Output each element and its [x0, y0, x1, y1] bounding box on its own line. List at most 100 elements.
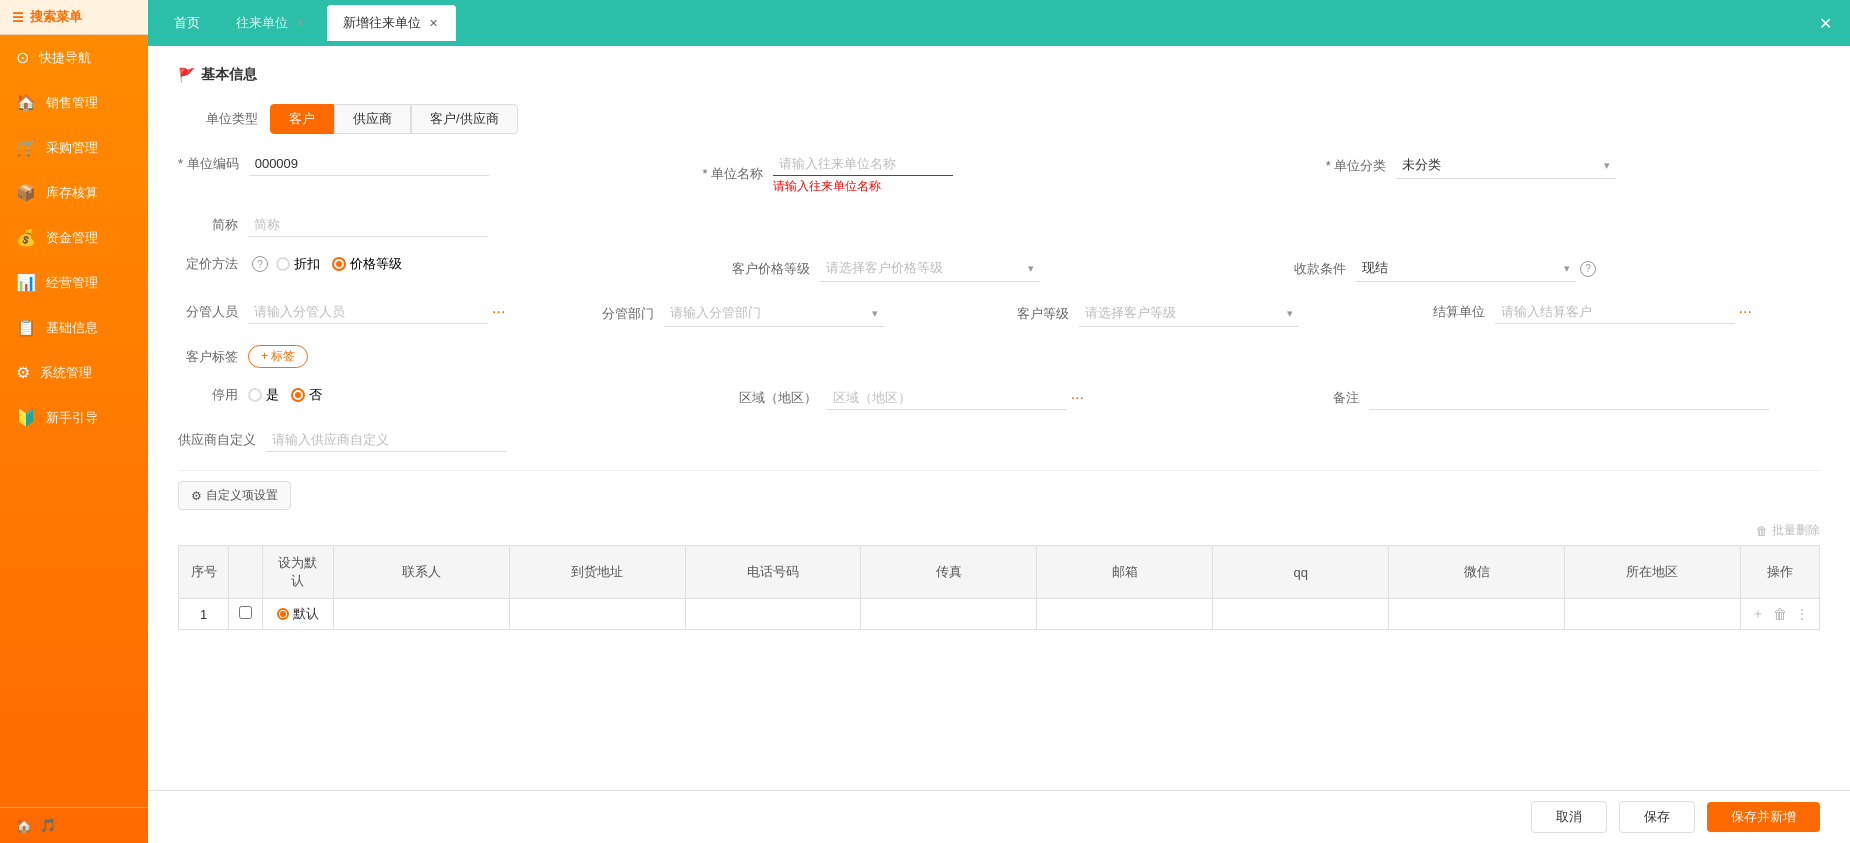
dept-select[interactable]: 请输入分管部门 ▾ [664, 300, 884, 327]
sidebar-item-label: 销售管理 [46, 94, 98, 112]
batch-delete-icon: 🗑 [1756, 524, 1768, 538]
unit-code-input[interactable] [249, 152, 489, 176]
save-button[interactable]: 保存 [1619, 801, 1695, 833]
tab-new-partner-label: 新增往来单位 [343, 14, 421, 32]
type-btn-both[interactable]: 客户/供应商 [411, 104, 518, 134]
custom-settings-label: 自定义项设置 [206, 487, 278, 504]
disabled-radio-group: 是 否 [248, 386, 322, 404]
sidebar-item-finance[interactable]: 💰 资金管理 [0, 215, 148, 260]
disabled-yes-option[interactable]: 是 [248, 386, 279, 404]
row-checkbox[interactable] [239, 606, 252, 619]
manager-ellipsis-btn[interactable]: ··· [488, 303, 509, 321]
unit-category-select[interactable]: 未分类 ▾ [1396, 152, 1616, 179]
cell-area[interactable] [1565, 599, 1741, 630]
disabled-no-option[interactable]: 否 [291, 386, 322, 404]
dept-label: 分管部门 [594, 305, 654, 323]
cell-index: 1 [179, 599, 229, 630]
window-close-btn[interactable]: ✕ [1811, 10, 1840, 37]
payment-terms-value: 现结 [1362, 259, 1560, 277]
add-row-btn[interactable]: ＋ [1751, 605, 1765, 623]
form-divider [178, 470, 1820, 471]
cell-fax[interactable] [861, 599, 1037, 630]
col-address: 到货地址 [509, 546, 685, 599]
col-area: 所在地区 [1565, 546, 1741, 599]
sales-icon: 🏠 [16, 93, 36, 112]
sidebar-item-guide[interactable]: 🔰 新手引导 [0, 395, 148, 440]
cell-phone[interactable] [685, 599, 861, 630]
tab-new-partner[interactable]: 新增往来单位 ✕ [327, 5, 456, 41]
col-email: 邮箱 [1037, 546, 1213, 599]
tab-new-partner-close[interactable]: ✕ [427, 17, 440, 30]
pricing-level-option[interactable]: 价格等级 [332, 255, 402, 273]
sidebar-item-label: 库存核算 [46, 184, 98, 202]
wechat-input[interactable] [1399, 607, 1554, 622]
cell-contact[interactable] [333, 599, 509, 630]
drag-handle[interactable]: ⋮ [1795, 606, 1809, 622]
sidebar-item-label: 资金管理 [46, 229, 98, 247]
area-input[interactable] [1575, 607, 1730, 622]
col-actions: 操作 [1740, 546, 1819, 599]
custom-settings-btn[interactable]: ⚙ 自定义项设置 [178, 481, 291, 510]
type-btn-supplier[interactable]: 供应商 [334, 104, 411, 134]
cell-checkbox[interactable] [229, 599, 263, 630]
contact-input[interactable] [344, 607, 499, 622]
tab-home[interactable]: 首页 [158, 5, 216, 41]
form-row-tags: 客户标签 + 标签 [178, 345, 1820, 368]
tab-partner-close[interactable]: ✕ [294, 17, 307, 30]
supplier-custom-input[interactable] [266, 428, 506, 452]
pricing-help-icon[interactable]: ? [252, 256, 268, 272]
add-tag-btn[interactable]: + 标签 [248, 345, 308, 368]
note-input[interactable] [1369, 386, 1769, 410]
sidebar-item-base-info[interactable]: 📋 基础信息 [0, 305, 148, 350]
chevron-down-icon: ▾ [1604, 159, 1610, 172]
sidebar-item-inventory[interactable]: 📦 库存核算 [0, 170, 148, 215]
save-new-button[interactable]: 保存并新增 [1707, 802, 1820, 832]
customer-level-select[interactable]: 请选择客户等级 ▾ [1079, 300, 1299, 327]
sidebar-item-system[interactable]: ⚙ 系统管理 [0, 350, 148, 395]
cell-qq[interactable] [1213, 599, 1389, 630]
type-btn-customer[interactable]: 客户 [270, 104, 334, 134]
col-default: 设为默认 [263, 546, 334, 599]
tab-bar: 首页 往来单位 ✕ 新增往来单位 ✕ ✕ [148, 0, 1850, 46]
payment-terms-help-icon[interactable]: ? [1580, 261, 1596, 277]
cancel-button[interactable]: 取消 [1531, 801, 1607, 833]
sidebar-item-sales[interactable]: 🏠 销售管理 [0, 80, 148, 125]
manager-input[interactable] [248, 300, 488, 324]
cell-wechat[interactable] [1389, 599, 1565, 630]
supplier-custom-field: 供应商自定义 [178, 428, 1820, 452]
sidebar-item-label: 快捷导航 [39, 49, 91, 67]
region-input[interactable] [827, 386, 1067, 410]
region-ellipsis-btn[interactable]: ··· [1067, 389, 1088, 407]
unit-name-input[interactable] [773, 152, 953, 176]
region-field: 区域（地区） ··· [739, 386, 1260, 410]
sidebar-item-quick-nav[interactable]: ⊙ 快捷导航 [0, 35, 148, 80]
manager-label: 分管人员 [178, 303, 238, 321]
sidebar-item-purchase[interactable]: 🛒 采购管理 [0, 125, 148, 170]
phone-input[interactable] [696, 607, 851, 622]
cell-address[interactable] [509, 599, 685, 630]
sidebar-search[interactable]: ☰ 搜索菜单 [0, 0, 148, 35]
customer-level-field: 客户等级 请选择客户等级 ▾ [1009, 300, 1405, 327]
settlement-unit-input[interactable] [1495, 300, 1735, 324]
payment-terms-select[interactable]: 现结 ▾ [1356, 255, 1576, 282]
pricing-discount-option[interactable]: 折扣 [276, 255, 320, 273]
address-input[interactable] [520, 607, 675, 622]
sidebar-item-operations[interactable]: 📊 经营管理 [0, 260, 148, 305]
abbr-input[interactable] [248, 213, 488, 237]
tab-partner-label: 往来单位 [236, 14, 288, 32]
settlement-ellipsis-btn[interactable]: ··· [1735, 303, 1756, 321]
sidebar-item-label: 系统管理 [40, 364, 92, 382]
sidebar-music-icon[interactable]: 🎵 [40, 818, 56, 833]
customer-price-level-select[interactable]: 请选择客户价格等级 ▾ [820, 255, 1040, 282]
tab-home-label: 首页 [174, 14, 200, 32]
email-input[interactable] [1047, 607, 1202, 622]
sidebar-home-icon[interactable]: 🏠 [16, 818, 32, 833]
default-radio[interactable] [277, 608, 289, 620]
tab-partner[interactable]: 往来单位 ✕ [220, 5, 323, 41]
cell-email[interactable] [1037, 599, 1213, 630]
fax-input[interactable] [871, 607, 1026, 622]
qq-input[interactable] [1223, 607, 1378, 622]
batch-delete-label[interactable]: 批量删除 [1772, 522, 1820, 539]
abbr-label: 简称 [178, 216, 238, 234]
delete-row-btn[interactable]: 🗑 [1773, 606, 1787, 622]
